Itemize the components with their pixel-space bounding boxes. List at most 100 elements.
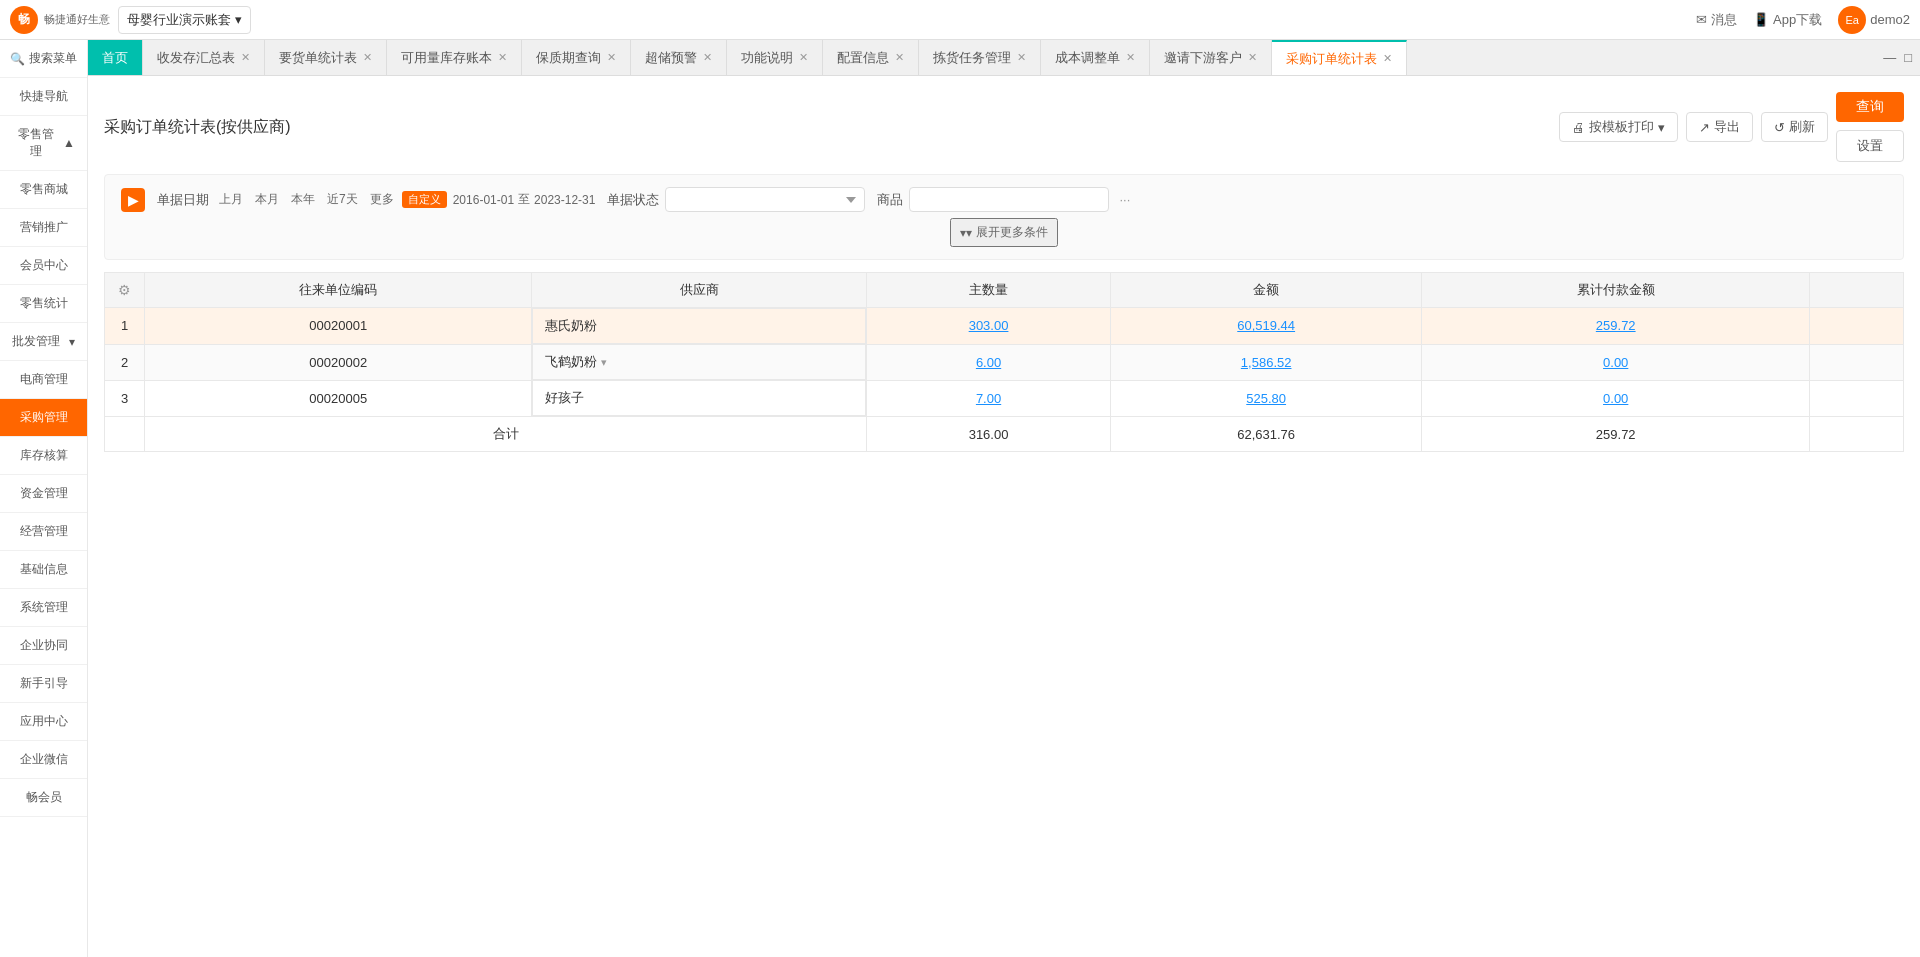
- tab-keyong[interactable]: 可用量库存账本 ✕: [387, 40, 522, 76]
- sidebar: 🔍 搜索菜单 快捷导航 零售管理 ▲ 零售商城 营销推广 会员中心 零售统计 批…: [0, 40, 88, 957]
- export-button[interactable]: ↗ 导出: [1686, 112, 1753, 142]
- sidebar-item-newguide[interactable]: 新手引导: [0, 665, 87, 703]
- filter-area: ▶ 单据日期 上月 本月 本年 近7天 更多 自定义 2016-01-01: [104, 174, 1904, 260]
- sidebar-item-quicknav[interactable]: 快捷导航: [0, 78, 87, 116]
- tab-minimize-icon[interactable]: —: [1883, 50, 1896, 65]
- row-code: 00020002: [145, 344, 532, 380]
- page-title: 采购订单统计表(按供应商): [104, 117, 291, 138]
- paid-link[interactable]: 0.00: [1603, 391, 1628, 406]
- expand-more-button[interactable]: ▾▾ 展开更多条件: [950, 218, 1058, 247]
- sidebar-item-marketing[interactable]: 营销推广: [0, 209, 87, 247]
- sidebar-item-search[interactable]: 🔍 搜索菜单: [0, 40, 87, 78]
- footer-paid: 259.72: [1422, 417, 1809, 452]
- tab-yaohuo[interactable]: 要货单统计表 ✕: [265, 40, 387, 76]
- sidebar-item-retailshop[interactable]: 零售商城: [0, 171, 87, 209]
- app-download-button[interactable]: 📱 App下载: [1753, 11, 1822, 29]
- shortcut-more[interactable]: 更多: [366, 189, 398, 210]
- tab-chengben[interactable]: 成本调整单 ✕: [1041, 40, 1150, 76]
- tab-shoufa[interactable]: 收发存汇总表 ✕: [143, 40, 265, 76]
- logo-icon: 畅: [10, 6, 38, 34]
- top-bar: 畅 畅捷通好生意 母婴行业演示账套 ▾ ✉ 消息 📱 App下载 Ea demo…: [0, 0, 1920, 40]
- row-quantity: 303.00: [867, 308, 1111, 345]
- user-profile[interactable]: Ea demo2: [1838, 6, 1910, 34]
- tab-close-pihuo[interactable]: ✕: [1017, 51, 1026, 64]
- tab-close-yaoqing[interactable]: ✕: [1248, 51, 1257, 64]
- table-footer: 合计 316.00 62,631.76 259.72: [105, 417, 1904, 452]
- quantity-link[interactable]: 6.00: [976, 355, 1001, 370]
- tab-close-gongneng[interactable]: ✕: [799, 51, 808, 64]
- search-icon: 🔍: [10, 52, 25, 66]
- shortcut-7days[interactable]: 近7天: [323, 189, 362, 210]
- status-select[interactable]: [665, 187, 865, 212]
- sidebar-item-finance[interactable]: 资金管理: [0, 475, 87, 513]
- col-amount: 金额: [1110, 273, 1422, 308]
- page-title-bar: 采购订单统计表(按供应商) 🖨 按模板打印 ▾ ↗ 导出 ↺ 刷新: [104, 92, 1904, 162]
- paid-link[interactable]: 0.00: [1603, 355, 1628, 370]
- tab-close-caigou[interactable]: ✕: [1383, 52, 1392, 65]
- sidebar-item-system[interactable]: 系统管理: [0, 589, 87, 627]
- main-layout: 🔍 搜索菜单 快捷导航 零售管理 ▲ 零售商城 营销推广 会员中心 零售统计 批…: [0, 40, 1920, 957]
- tab-close-keyong[interactable]: ✕: [498, 51, 507, 64]
- expand-arrow-icon: ▾▾: [960, 226, 972, 240]
- message-button[interactable]: ✉ 消息: [1696, 11, 1737, 29]
- sidebar-item-ops[interactable]: 经营管理: [0, 513, 87, 551]
- row-code: 00020001: [145, 308, 532, 345]
- refresh-icon: ↺: [1774, 120, 1785, 135]
- tab-chaochuyujing[interactable]: 超储预警 ✕: [631, 40, 727, 76]
- workspace-selector[interactable]: 母婴行业演示账套 ▾: [118, 6, 251, 34]
- sidebar-item-member[interactable]: 会员中心: [0, 247, 87, 285]
- tab-close-baozhiqi[interactable]: ✕: [607, 51, 616, 64]
- download-icon: 📱: [1753, 12, 1769, 27]
- sidebar-item-collab[interactable]: 企业协同: [0, 627, 87, 665]
- tab-close-chengben[interactable]: ✕: [1126, 51, 1135, 64]
- row-amount: 60,519.44: [1110, 308, 1422, 345]
- sidebar-item-retailstat[interactable]: 零售统计: [0, 285, 87, 323]
- tab-gongneng[interactable]: 功能说明 ✕: [727, 40, 823, 76]
- refresh-button[interactable]: ↺ 刷新: [1761, 112, 1828, 142]
- row-paid: 259.72: [1422, 308, 1809, 345]
- tab-baozhiqi[interactable]: 保质期查询 ✕: [522, 40, 631, 76]
- sidebar-item-vip[interactable]: 畅会员: [0, 779, 87, 817]
- shortcut-this-month[interactable]: 本月: [251, 189, 283, 210]
- column-settings-icon[interactable]: ⚙: [118, 282, 131, 298]
- sidebar-item-appcenter[interactable]: 应用中心: [0, 703, 87, 741]
- page-actions: 🖨 按模板打印 ▾ ↗ 导出 ↺ 刷新 查询 设置: [1559, 92, 1904, 162]
- shortcut-this-year[interactable]: 本年: [287, 189, 319, 210]
- date-range: 2016-01-01 至 2023-12-31: [453, 191, 596, 208]
- query-button[interactable]: 查询: [1836, 92, 1904, 122]
- sidebar-item-ecom[interactable]: 电商管理: [0, 361, 87, 399]
- expand-row-icon[interactable]: ▾: [601, 356, 607, 369]
- tab-pihuo[interactable]: 拣货任务管理 ✕: [919, 40, 1041, 76]
- tab-maximize-icon[interactable]: □: [1904, 50, 1912, 65]
- settings-button[interactable]: 设置: [1836, 130, 1904, 162]
- filter-toggle-button[interactable]: ▶: [121, 188, 145, 212]
- tab-home[interactable]: 首页: [88, 40, 143, 76]
- quantity-link[interactable]: 7.00: [976, 391, 1001, 406]
- sidebar-item-basic[interactable]: 基础信息: [0, 551, 87, 589]
- amount-link[interactable]: 60,519.44: [1237, 318, 1295, 333]
- tab-caigou[interactable]: 采购订单统计表 ✕: [1272, 40, 1407, 76]
- table-header: ⚙ 往来单位编码 供应商 主数量 金额 累计付款金额: [105, 273, 1904, 308]
- quantity-link[interactable]: 303.00: [969, 318, 1009, 333]
- tab-close-yaohuo[interactable]: ✕: [363, 51, 372, 64]
- tab-peizhi[interactable]: 配置信息 ✕: [823, 40, 919, 76]
- sidebar-item-retail[interactable]: 零售管理 ▲: [0, 116, 87, 171]
- sidebar-item-wholesale[interactable]: 批发管理 ▾: [0, 323, 87, 361]
- commodity-input[interactable]: [909, 187, 1109, 212]
- tab-yaoqing[interactable]: 邀请下游客户 ✕: [1150, 40, 1272, 76]
- chevron-down-icon: ▾: [235, 12, 242, 27]
- sidebar-item-wechat[interactable]: 企业微信: [0, 741, 87, 779]
- amount-link[interactable]: 1,586.52: [1241, 355, 1292, 370]
- tab-close-peizhi[interactable]: ✕: [895, 51, 904, 64]
- amount-link[interactable]: 525.80: [1246, 391, 1286, 406]
- sidebar-item-purchase[interactable]: 采购管理: [0, 399, 87, 437]
- print-button[interactable]: 🖨 按模板打印 ▾: [1559, 112, 1678, 142]
- filter-status-group: 单据状态: [607, 187, 865, 212]
- tab-close-chaochuyujing[interactable]: ✕: [703, 51, 712, 64]
- paid-link[interactable]: 259.72: [1596, 318, 1636, 333]
- sidebar-item-inventory[interactable]: 库存核算: [0, 437, 87, 475]
- shortcut-last-month[interactable]: 上月: [215, 189, 247, 210]
- more-commodity-button[interactable]: ···: [1115, 192, 1134, 207]
- query-actions: 查询 设置: [1836, 92, 1904, 162]
- tab-close-shoufa[interactable]: ✕: [241, 51, 250, 64]
